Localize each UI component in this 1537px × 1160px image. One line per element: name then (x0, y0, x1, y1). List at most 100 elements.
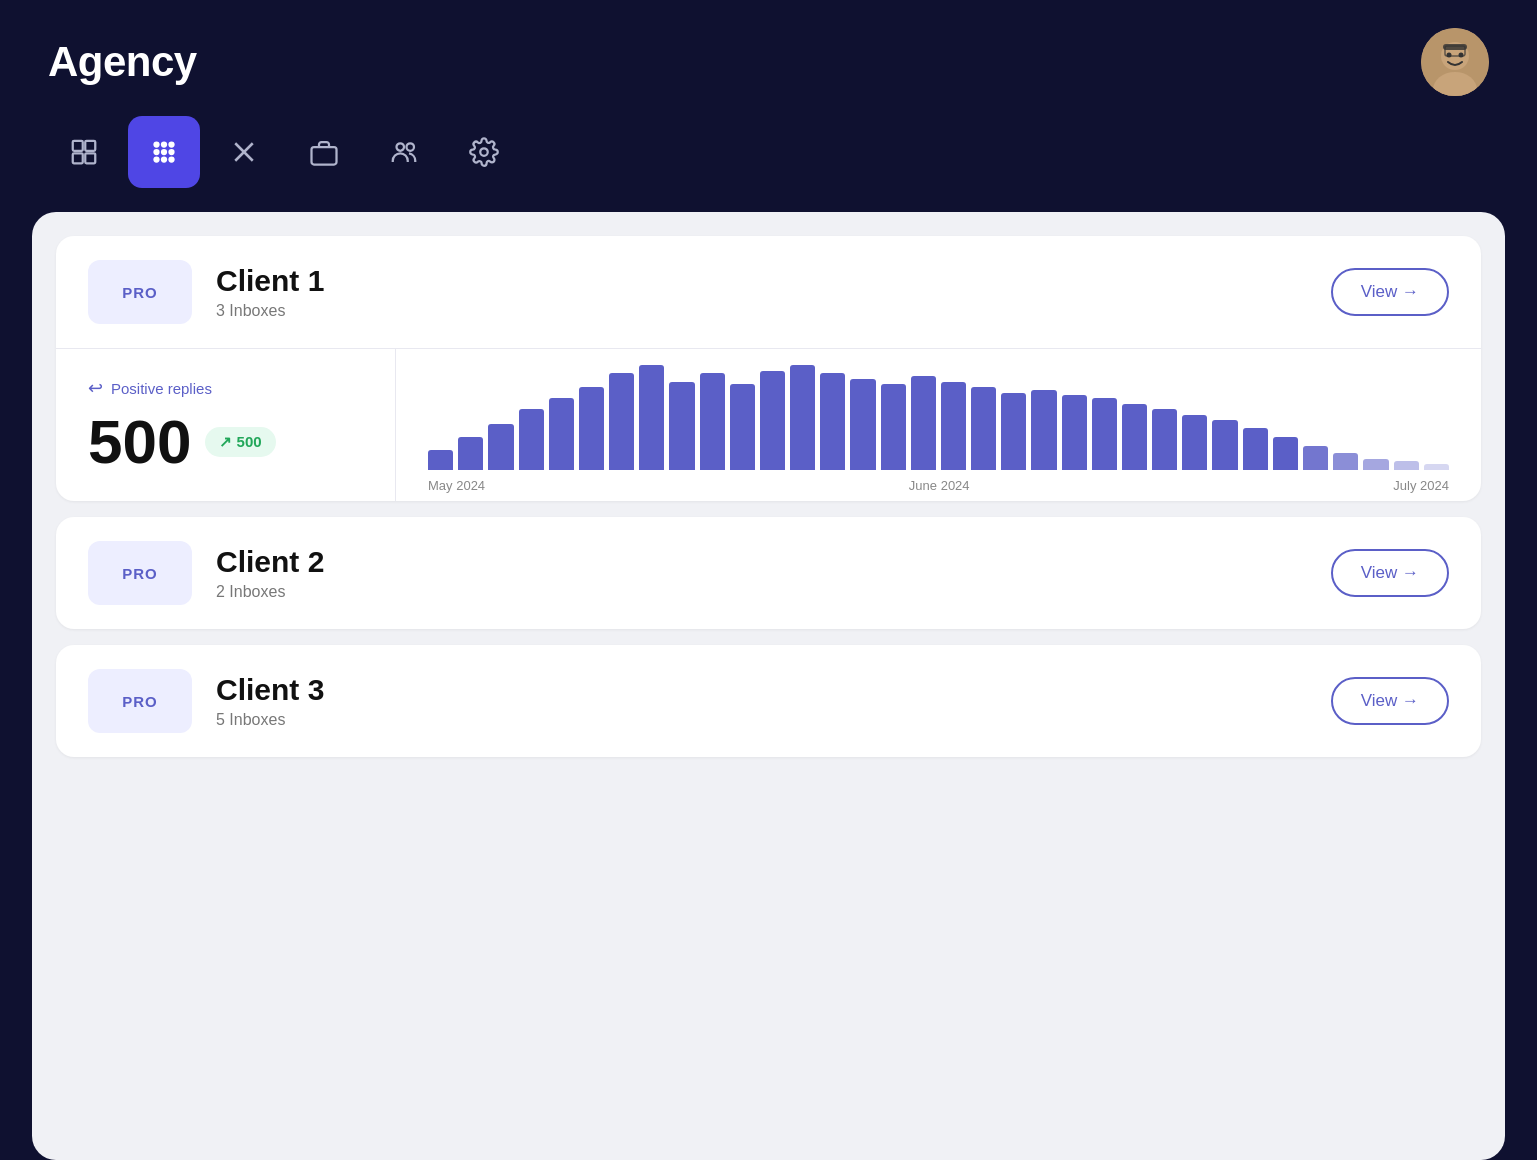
client-card-header-3: PRO Client 3 5 Inboxes View → (56, 645, 1481, 757)
chart-bar (1394, 461, 1419, 470)
svg-point-19 (168, 156, 174, 162)
chart-bar (881, 384, 906, 470)
view-button-1[interactable]: View → (1331, 268, 1449, 316)
client-card-3: PRO Client 3 5 Inboxes View → (56, 645, 1481, 757)
chart-bar (1243, 428, 1268, 470)
svg-point-17 (153, 156, 159, 162)
chart-bars-1 (428, 365, 1449, 470)
chart-bar (1212, 420, 1237, 470)
settings-icon (469, 137, 499, 167)
svg-rect-22 (312, 147, 337, 165)
svg-point-11 (153, 141, 159, 147)
view-button-3[interactable]: View → (1331, 677, 1449, 725)
apps-icon (149, 137, 179, 167)
chart-bar (850, 379, 875, 470)
client-info-left-3: PRO Client 3 5 Inboxes (88, 669, 324, 733)
chart-bar (760, 371, 785, 470)
client-info-left-2: PRO Client 2 2 Inboxes (88, 541, 324, 605)
svg-rect-7 (73, 141, 83, 151)
chart-bar (971, 387, 996, 470)
reply-icon: ↩ (88, 377, 103, 399)
chart-bar (1152, 409, 1177, 470)
chart-bar (519, 409, 544, 470)
stats-value-row-1: 500 ↗ 500 (88, 411, 363, 473)
svg-point-15 (161, 149, 167, 155)
svg-point-12 (161, 141, 167, 147)
client-card-2: PRO Client 2 2 Inboxes View → (56, 517, 1481, 629)
client-inboxes-1: 3 Inboxes (216, 302, 324, 320)
svg-rect-9 (73, 153, 83, 163)
chart-bar (1303, 446, 1328, 470)
svg-point-23 (397, 143, 405, 151)
chart-bar (730, 384, 755, 470)
chart-bar (458, 437, 483, 470)
svg-point-13 (168, 141, 174, 147)
chart-bar (1001, 393, 1026, 470)
client-inboxes-3: 5 Inboxes (216, 711, 324, 729)
chart-bar (1062, 395, 1087, 470)
pro-badge-3: PRO (88, 669, 192, 733)
close-icon (229, 137, 259, 167)
toolbar-btn-layout[interactable] (48, 116, 120, 188)
app-title: Agency (48, 38, 197, 86)
svg-point-16 (168, 149, 174, 155)
team-icon (389, 137, 419, 167)
chart-labels-1: May 2024 June 2024 July 2024 (428, 470, 1449, 493)
svg-point-14 (153, 149, 159, 155)
client-name-2: Client 2 (216, 545, 324, 579)
svg-rect-10 (85, 153, 95, 163)
svg-point-18 (161, 156, 167, 162)
chart-bar (1333, 453, 1358, 470)
chart-bar (549, 398, 574, 470)
avatar[interactable] (1421, 28, 1489, 96)
client-info-1: Client 1 3 Inboxes (216, 264, 324, 320)
chart-bar (1092, 398, 1117, 470)
chart-bar (1424, 464, 1449, 470)
client-inboxes-2: 2 Inboxes (216, 583, 324, 601)
client-info-2: Client 2 2 Inboxes (216, 545, 324, 601)
client-card-header-2: PRO Client 2 2 Inboxes View → (56, 517, 1481, 629)
view-button-2[interactable]: View → (1331, 549, 1449, 597)
layout-icon (69, 137, 99, 167)
client-stats-1: ↩ Positive replies 500 ↗ 500 May 2024 Ju… (56, 348, 1481, 501)
chart-bar (820, 373, 845, 470)
chart-bar (1031, 390, 1056, 470)
chart-bar (790, 365, 815, 470)
client-name-3: Client 3 (216, 673, 324, 707)
svg-rect-5 (1443, 44, 1467, 50)
client-card-header-1: PRO Client 1 3 Inboxes View → (56, 236, 1481, 348)
chart-label-june: June 2024 (909, 478, 970, 493)
stats-left-1: ↩ Positive replies 500 ↗ 500 (56, 349, 396, 501)
svg-rect-8 (85, 141, 95, 151)
toolbar-btn-briefcase[interactable] (288, 116, 360, 188)
toolbar-btn-close[interactable] (208, 116, 280, 188)
toolbar-btn-team[interactable] (368, 116, 440, 188)
stats-number-1: 500 (88, 411, 191, 473)
svg-point-24 (407, 143, 415, 151)
chart-label-may: May 2024 (428, 478, 485, 493)
chart-bar (609, 373, 634, 470)
toolbar-btn-settings[interactable] (448, 116, 520, 188)
chart-bar (488, 424, 513, 470)
avatar-image (1421, 28, 1489, 96)
chart-bar (579, 387, 604, 470)
chart-bar (428, 450, 453, 470)
chart-bar (669, 382, 694, 470)
chart-label-july: July 2024 (1393, 478, 1449, 493)
client-info-left-1: PRO Client 1 3 Inboxes (88, 260, 324, 324)
svg-point-25 (480, 148, 488, 156)
chart-bar (1363, 459, 1388, 470)
chart-bar (639, 365, 664, 470)
pro-badge-2: PRO (88, 541, 192, 605)
chart-bar (911, 376, 936, 470)
chart-bar (1182, 415, 1207, 470)
chart-bar (1122, 404, 1147, 470)
client-info-3: Client 3 5 Inboxes (216, 673, 324, 729)
chart-bar (700, 373, 725, 470)
toolbar (0, 116, 1537, 188)
stats-label-1: ↩ Positive replies (88, 377, 363, 399)
chart-area-1: May 2024 June 2024 July 2024 (396, 349, 1481, 501)
toolbar-btn-apps[interactable] (128, 116, 200, 188)
chart-bar (941, 382, 966, 470)
header: Agency (0, 0, 1537, 116)
